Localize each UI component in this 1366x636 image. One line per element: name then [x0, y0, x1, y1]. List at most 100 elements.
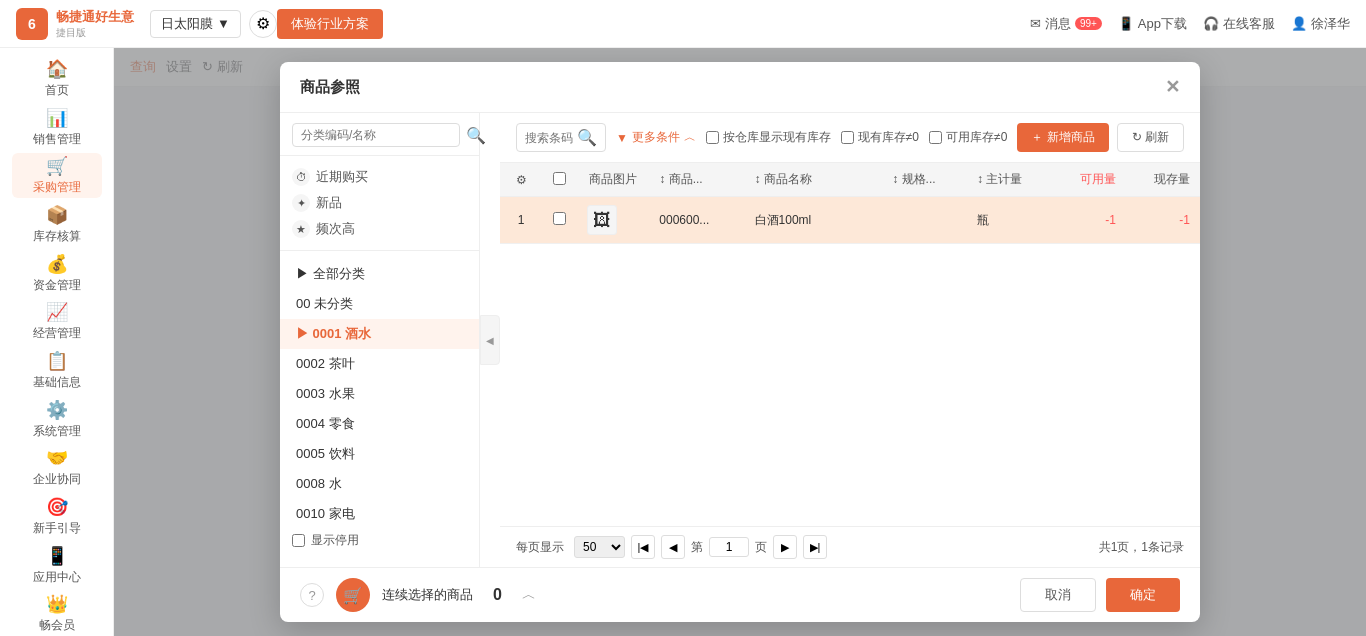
page-number-input[interactable]	[709, 537, 749, 557]
table-row[interactable]: 1 🖼 000600... 白酒100ml 瓶 -1	[500, 197, 1200, 244]
messages-btn[interactable]: ✉ 消息 99+	[1030, 15, 1102, 33]
more-conditions-label: 更多条件	[632, 129, 680, 146]
header-right: ✉ 消息 99+ 📱 App下载 🎧 在线客服 👤 徐泽华	[1030, 15, 1350, 33]
apps-icon: 📱	[46, 545, 68, 567]
by-warehouse-checkbox[interactable]	[706, 131, 719, 144]
cat-water[interactable]: 0008 水	[280, 469, 479, 499]
col-spec-header[interactable]: ↕ 规格...	[882, 163, 967, 197]
product-search-icon[interactable]: 🔍	[577, 128, 597, 147]
category-search-input[interactable]	[292, 123, 460, 147]
confirm-btn[interactable]: 确定	[1106, 578, 1180, 612]
sidebar-item-collab-label: 企业协同	[33, 471, 81, 488]
cat-fruit[interactable]: 0003 水果	[280, 379, 479, 409]
sidebar-item-inventory[interactable]: 📦 库存核算	[12, 202, 102, 247]
experience-btn[interactable]: 体验行业方案	[277, 9, 383, 39]
row-code-cell: 000600...	[649, 197, 744, 244]
by-warehouse-label[interactable]: 按仓库显示现有库存	[706, 129, 831, 146]
existing-stock-label[interactable]: 现有库存≠0	[841, 129, 919, 146]
cat-snacks[interactable]: 0004 零食	[280, 409, 479, 439]
quick-link-frequent[interactable]: ★ 频次高	[292, 216, 467, 242]
row-checkbox-cell[interactable]	[542, 197, 577, 244]
sidebar-item-sales-label: 销售管理	[33, 131, 81, 148]
prev-page-btn[interactable]: ◀	[661, 535, 685, 559]
sidebar-item-guide-label: 新手引导	[33, 520, 81, 537]
main-area: 查询 设置 ↻ 刷新 商品参照 ✕ 🔍	[114, 48, 1366, 636]
modal-footer: ? 🛒 连续选择的商品 0 ︿ 取消 确定	[280, 567, 1200, 622]
per-page-label: 每页显示	[516, 539, 564, 556]
last-page-btn[interactable]: ▶|	[803, 535, 827, 559]
sidebar-item-basic[interactable]: 📋 基础信息	[12, 348, 102, 393]
cat-tea[interactable]: 0002 茶叶	[280, 349, 479, 379]
cat-liquor[interactable]: ▶ 0001 酒水	[280, 319, 479, 349]
guide-icon: 🎯	[46, 496, 68, 518]
col-unit-header[interactable]: ↕ 主计量	[967, 163, 1041, 197]
page-suffix-label: 页	[755, 539, 767, 556]
product-panel: 🔍 ▼ 更多条件 ︿ 按仓库显示现有库存	[500, 113, 1200, 567]
col-image-header: 商品图片	[577, 163, 649, 197]
sidebar-item-apps[interactable]: 📱 应用中心	[12, 543, 102, 588]
settings-icon[interactable]: ⚙	[249, 10, 277, 38]
col-select-all[interactable]	[542, 163, 577, 197]
modal-body: 🔍 ⏱ 近期购买 ✦ 新品 ★ 频次高	[280, 113, 1200, 567]
row-image-cell: 🖼	[577, 197, 649, 244]
quick-link-recent[interactable]: ⏱ 近期购买	[292, 164, 467, 190]
show-disabled-label: 显示停用	[311, 532, 359, 549]
cart-label: 连续选择的商品	[382, 586, 473, 604]
app-download-btn[interactable]: 📱 App下载	[1118, 15, 1187, 33]
sidebar-item-purchase-label: 采购管理	[33, 179, 81, 196]
cat-all[interactable]: ▶ 全部分类	[280, 259, 479, 289]
footer-buttons: 取消 确定	[1020, 578, 1180, 612]
sidebar-item-sales[interactable]: 📊 销售管理	[12, 105, 102, 150]
col-name-header[interactable]: ↕ 商品名称	[745, 163, 883, 197]
sidebar-item-home[interactable]: 🏠 首页	[12, 56, 102, 101]
per-page-select[interactable]: 50 10 20 100	[574, 536, 625, 558]
sidebar-item-guide[interactable]: 🎯 新手引导	[12, 494, 102, 539]
online-service-btn[interactable]: 🎧 在线客服	[1203, 15, 1275, 33]
quick-link-new[interactable]: ✦ 新品	[292, 190, 467, 216]
sidebar-item-operations[interactable]: 📈 经营管理	[12, 299, 102, 344]
more-conditions-btn[interactable]: ▼ 更多条件 ︿	[616, 129, 696, 146]
sidebar-item-system[interactable]: ⚙️ 系统管理	[12, 397, 102, 442]
cat-drinks[interactable]: 0005 饮料	[280, 439, 479, 469]
row-name-cell: 白酒100ml	[745, 197, 883, 244]
cat-appliances[interactable]: 0010 家电	[280, 499, 479, 524]
add-product-btn[interactable]: ＋ 新增商品	[1017, 123, 1108, 152]
cart-btn[interactable]: 🛒	[336, 578, 370, 612]
sidebar-item-member[interactable]: 👑 畅会员	[12, 591, 102, 636]
col-code-header[interactable]: ↕ 商品...	[649, 163, 744, 197]
category-panel: 🔍 ⏱ 近期购买 ✦ 新品 ★ 频次高	[280, 113, 480, 567]
existing-stock-checkbox[interactable]	[841, 131, 854, 144]
first-page-btn[interactable]: |◀	[631, 535, 655, 559]
next-page-btn[interactable]: ▶	[773, 535, 797, 559]
row-stock-cell: -1	[1126, 197, 1200, 244]
cat-uncategorized[interactable]: 00 未分类	[280, 289, 479, 319]
total-info: 共1页，1条记录	[1099, 539, 1184, 556]
col-available-header: 可用量	[1041, 163, 1126, 197]
product-data-table: ⚙ 商品图片 ↕ 商品... ↕ 商品名称 ↕ 规格... ↕ 主计量 可用量 …	[500, 163, 1200, 244]
toolbar-right: ＋ 新增商品 ↻ 刷新	[1017, 123, 1184, 152]
category-search-area: 🔍	[280, 123, 479, 156]
collapse-footer-btn[interactable]: ︿	[522, 586, 536, 604]
sidebar-item-purchase[interactable]: 🛒 采购管理	[12, 153, 102, 198]
help-icon[interactable]: ?	[300, 583, 324, 607]
user-menu[interactable]: 👤 徐泽华	[1291, 15, 1350, 33]
refresh-btn[interactable]: ↻ 刷新	[1117, 123, 1184, 152]
home-icon: 🏠	[46, 58, 68, 80]
modal-close-btn[interactable]: ✕	[1165, 76, 1180, 98]
store-selector[interactable]: 日太阳膜 ▼	[150, 10, 241, 38]
frequent-icon: ★	[292, 220, 310, 238]
category-search-icon[interactable]: 🔍	[466, 126, 486, 145]
col-settings[interactable]: ⚙	[500, 163, 542, 197]
available-stock-label[interactable]: 可用库存≠0	[929, 129, 1007, 146]
sidebar-item-apps-label: 应用中心	[33, 569, 81, 586]
sidebar-item-collab[interactable]: 🤝 企业协同	[12, 445, 102, 490]
cancel-btn[interactable]: 取消	[1020, 578, 1096, 612]
collapse-panel-btn[interactable]: ◀	[480, 315, 500, 365]
show-disabled-checkbox[interactable]	[292, 534, 305, 547]
sidebar-item-finance[interactable]: 💰 资金管理	[12, 251, 102, 296]
product-search-box: 🔍	[516, 123, 606, 152]
row-select-checkbox[interactable]	[553, 212, 566, 225]
select-all-checkbox[interactable]	[553, 172, 566, 185]
available-stock-checkbox[interactable]	[929, 131, 942, 144]
product-search-input[interactable]	[525, 131, 573, 145]
